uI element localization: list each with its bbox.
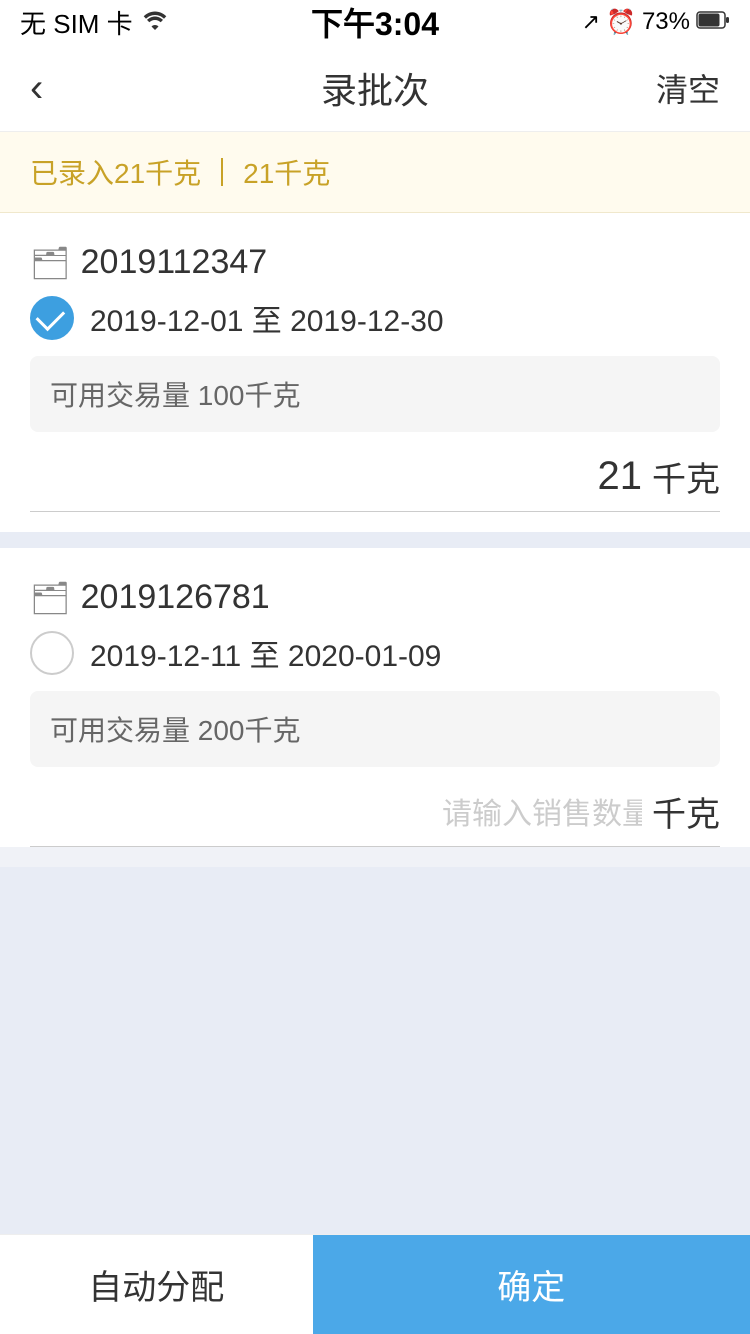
confirm-button[interactable]: 确定 [313,1235,750,1334]
nav-bar: ‹ 录批次 清空 [0,44,750,132]
quantity-unit-1: 千克 [652,452,720,501]
batch-id-2: 2019126781 [81,578,270,617]
batch-header-1: 🗂 2019112347 [30,243,720,282]
battery-text: 73% [642,8,690,36]
quantity-input-2[interactable] [442,789,642,834]
carrier-text: 无 SIM 卡 [20,4,133,41]
quantity-underline-1 [30,511,720,512]
batch-available-1: 可用交易量 100千克 [30,356,720,432]
batch-date-2: 2019-12-11 至 2020-01-09 [90,631,441,675]
section-divider [0,532,750,548]
batch-radio-2[interactable] [30,631,74,675]
page-title: 录批次 [321,62,429,114]
batch-items-container: 🗂 2019112347 2019-12-01 至 2019-12-30 可用交… [0,213,750,847]
batch-header-2: 🗂 2019126781 [30,578,720,617]
bottom-bar: 自动分配 确定 [0,1234,750,1334]
batch-date-row-2[interactable]: 2019-12-11 至 2020-01-09 [30,631,720,675]
back-button[interactable]: ‹ [30,68,43,108]
batch-doc-icon-2: 🗂 [30,579,71,617]
batch-item-2: 🗂 2019126781 2019-12-11 至 2020-01-09 可用交… [0,548,750,767]
wifi-icon [141,7,169,38]
quantity-underline-2 [30,846,720,847]
batch-doc-icon-1: 🗂 [30,244,71,282]
clear-button[interactable]: 清空 [656,65,720,111]
status-time: 下午3:04 [311,0,439,45]
banner-divider [221,158,223,186]
quantity-unit-2: 千克 [652,787,720,836]
batch-date-row-1[interactable]: 2019-12-01 至 2019-12-30 [30,296,720,340]
batch-id-1: 2019112347 [81,243,268,282]
batch-radio-1[interactable] [30,296,74,340]
batch-available-2: 可用交易量 200千克 [30,691,720,767]
batch-date-1: 2019-12-01 至 2019-12-30 [90,296,444,340]
auto-distribute-button[interactable]: 自动分配 [0,1235,313,1334]
quantity-row-2: 千克 [0,767,750,836]
location-icon: ↗ [582,9,600,35]
status-right: ↗ ⏰ 73% [582,8,730,37]
status-bar: 无 SIM 卡 下午3:04 ↗ ⏰ 73% [0,0,750,44]
info-banner: 已录入21千克 21千克 [0,132,750,213]
quantity-input-1[interactable] [442,454,642,499]
status-left: 无 SIM 卡 [20,4,169,41]
battery-icon [696,8,730,36]
alarm-icon: ⏰ [606,8,636,37]
quantity-row-1: 千克 [0,432,750,501]
recorded-amount: 已录入21千克 [30,152,201,192]
batch-item-1: 🗂 2019112347 2019-12-01 至 2019-12-30 可用交… [0,213,750,432]
total-amount: 21千克 [243,152,330,192]
